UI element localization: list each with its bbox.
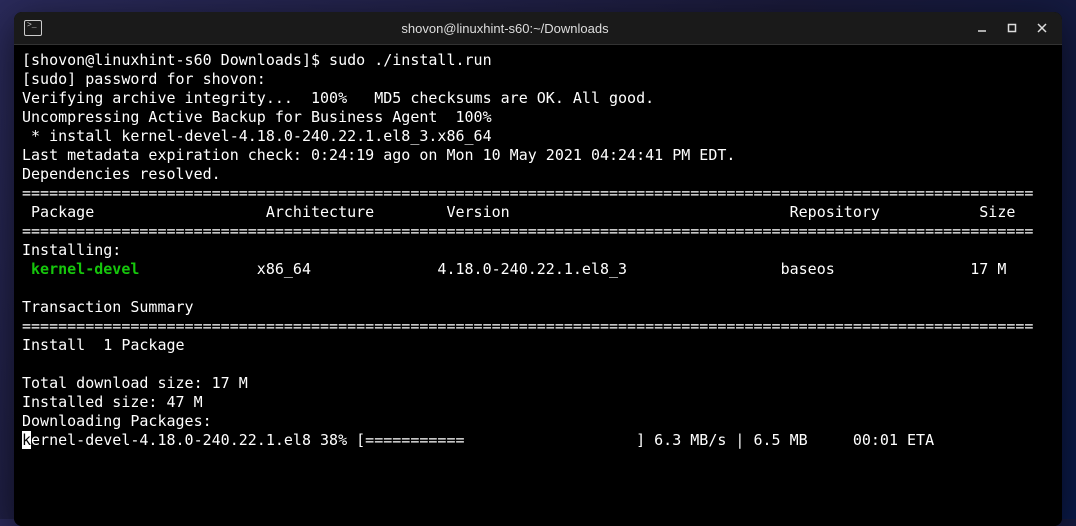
terminal-window: shovon@linuxhint-s60:~/Downloads [shovon… xyxy=(14,12,1062,526)
window-title: shovon@linuxhint-s60:~/Downloads xyxy=(42,21,968,36)
output-line: Verifying archive integrity... 100% MD5 … xyxy=(22,89,654,107)
block-cursor: k xyxy=(22,431,31,449)
minimize-button[interactable] xyxy=(968,16,996,40)
output-line: Downloading Packages: xyxy=(22,412,212,430)
package-name: kernel-devel xyxy=(22,260,139,278)
terminal-icon xyxy=(24,20,42,36)
maximize-button[interactable] xyxy=(998,16,1026,40)
window-controls xyxy=(968,16,1056,40)
divider-line: ========================================… xyxy=(22,184,1033,202)
section-label: Installing: xyxy=(22,241,121,259)
output-line: Total download size: 17 M xyxy=(22,374,248,392)
output-line: Installed size: 47 M xyxy=(22,393,203,411)
divider-line: ========================================… xyxy=(22,317,1033,335)
shell-prompt: [shovon@linuxhint-s60 Downloads]$ xyxy=(22,51,329,69)
divider-line: ========================================… xyxy=(22,222,1033,240)
output-line: [sudo] password for shovon: xyxy=(22,70,266,88)
titlebar-left xyxy=(20,20,42,36)
table-header: Package Architecture Version Repository … xyxy=(22,203,1015,221)
package-details: x86_64 4.18.0-240.22.1.el8_3 baseos 17 M xyxy=(139,260,1006,278)
close-button[interactable] xyxy=(1028,16,1056,40)
output-line: Dependencies resolved. xyxy=(22,165,221,183)
section-label: Transaction Summary xyxy=(22,298,194,316)
progress-line: ernel-devel-4.18.0-240.22.1.el8 38% [===… xyxy=(31,431,934,449)
output-line: Install 1 Package xyxy=(22,336,185,354)
output-line: Last metadata expiration check: 0:24:19 … xyxy=(22,146,735,164)
command-text: sudo ./install.run xyxy=(329,51,492,69)
titlebar[interactable]: shovon@linuxhint-s60:~/Downloads xyxy=(14,12,1062,45)
output-line: Uncompressing Active Backup for Business… xyxy=(22,108,492,126)
terminal-body[interactable]: [shovon@linuxhint-s60 Downloads]$ sudo .… xyxy=(14,45,1062,526)
output-line: * install kernel-devel-4.18.0-240.22.1.e… xyxy=(22,127,492,145)
